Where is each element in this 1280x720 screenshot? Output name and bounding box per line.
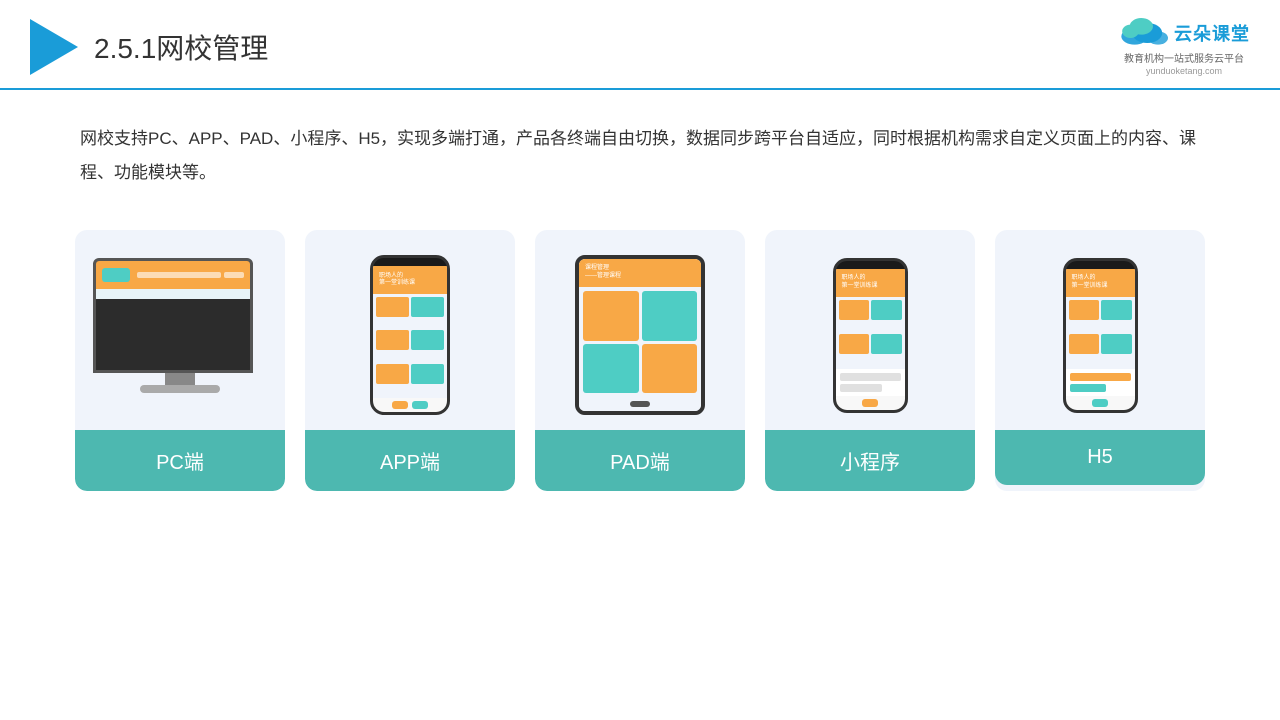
pc-neck <box>165 373 195 385</box>
title-prefix: 2.5.1 <box>94 33 156 64</box>
h5-screen: 职场人的第一堂训练课 <box>1066 269 1135 410</box>
mini-header: 职场人的第一堂训练课 <box>836 269 905 297</box>
mobile-screen: 职场人的第一堂训练课 <box>373 266 447 412</box>
app-label: APP端 <box>305 430 515 491</box>
mobile-body <box>373 294 447 398</box>
pc-screen <box>93 258 253 373</box>
miniprogram-mockup: 职场人的第一堂训练课 <box>833 258 908 413</box>
pad-label: PAD端 <box>535 430 745 491</box>
h5-body <box>1066 297 1135 369</box>
mini-header-text: 职场人的第一堂训练课 <box>842 275 878 289</box>
tablet-body <box>579 287 701 397</box>
tablet-mockup: 课程管理——管理课程 <box>575 255 705 415</box>
app-image-area: 职场人的第一堂训练课 <box>305 230 515 430</box>
card-pad: 课程管理——管理课程 PAD端 <box>535 230 745 491</box>
pc-label: PC端 <box>75 430 285 491</box>
pad-image-area: 课程管理——管理课程 <box>535 230 745 430</box>
miniprogram-image-area: 职场人的第一堂训练课 <box>765 230 975 430</box>
play-icon <box>30 19 78 75</box>
h5-image-area: 职场人的第一堂训练课 <box>995 230 1205 430</box>
tablet-screen: 课程管理——管理课程 <box>579 259 701 411</box>
pc-base <box>140 385 220 393</box>
mobile-header: 职场人的第一堂训练课 <box>373 266 447 294</box>
description-content: 网校支持PC、APP、PAD、小程序、H5，实现多端打通，产品各终端自由切换，数… <box>80 129 1196 182</box>
description-text: 网校支持PC、APP、PAD、小程序、H5，实现多端打通，产品各终端自由切换，数… <box>0 90 1280 210</box>
mini-body <box>836 297 905 369</box>
logo-tagline: 教育机构一站式服务云平台 <box>1124 50 1244 65</box>
page-title: 2.5.1网校管理 <box>94 27 268 67</box>
header-left: 2.5.1网校管理 <box>30 19 268 75</box>
card-h5: 职场人的第一堂训练课 <box>995 230 1205 491</box>
logo-text: 云朵课堂 <box>1174 20 1250 46</box>
card-pc: PC端 <box>75 230 285 491</box>
card-app: 职场人的第一堂训练课 APP端 <box>305 230 515 491</box>
pc-mockup <box>93 258 268 413</box>
tablet-header: 课程管理——管理课程 <box>579 259 701 287</box>
mini-screen: 职场人的第一堂训练课 <box>836 269 905 410</box>
h5-header-text: 职场人的第一堂训练课 <box>1072 275 1108 289</box>
pc-image-area <box>75 230 285 430</box>
logo-url: yunduoketang.com <box>1146 66 1222 76</box>
h5-notch <box>1085 261 1115 269</box>
h5-header: 职场人的第一堂训练课 <box>1066 269 1135 297</box>
mobile-btn-row <box>373 398 447 412</box>
miniprogram-label: 小程序 <box>765 430 975 491</box>
logo-cloud: 云朵课堂 <box>1118 18 1250 48</box>
h5-btn-row <box>1066 396 1135 410</box>
h5-mockup: 职场人的第一堂训练课 <box>1063 258 1138 413</box>
card-miniprogram: 职场人的第一堂训练课 <box>765 230 975 491</box>
mobile-notch <box>395 258 425 266</box>
logo-area: 云朵课堂 教育机构一站式服务云平台 yunduoketang.com <box>1118 18 1250 76</box>
pc-screen-body <box>96 289 250 299</box>
h5-label: H5 <box>995 430 1205 485</box>
mobile-header-text: 职场人的第一堂训练课 <box>379 273 415 287</box>
cloud-icon <box>1118 18 1168 48</box>
page-header: 2.5.1网校管理 云朵课堂 教育机构一站式服务云平台 yunduoketang… <box>0 0 1280 90</box>
title-main: 网校管理 <box>156 33 268 64</box>
mini-btn-row <box>836 396 905 410</box>
tablet-button <box>630 401 650 407</box>
cards-container: PC端 职场人的第一堂训练课 <box>0 210 1280 521</box>
app-mockup: 职场人的第一堂训练课 <box>370 255 450 415</box>
mini-notch <box>855 261 885 269</box>
pc-screen-top <box>96 261 250 289</box>
